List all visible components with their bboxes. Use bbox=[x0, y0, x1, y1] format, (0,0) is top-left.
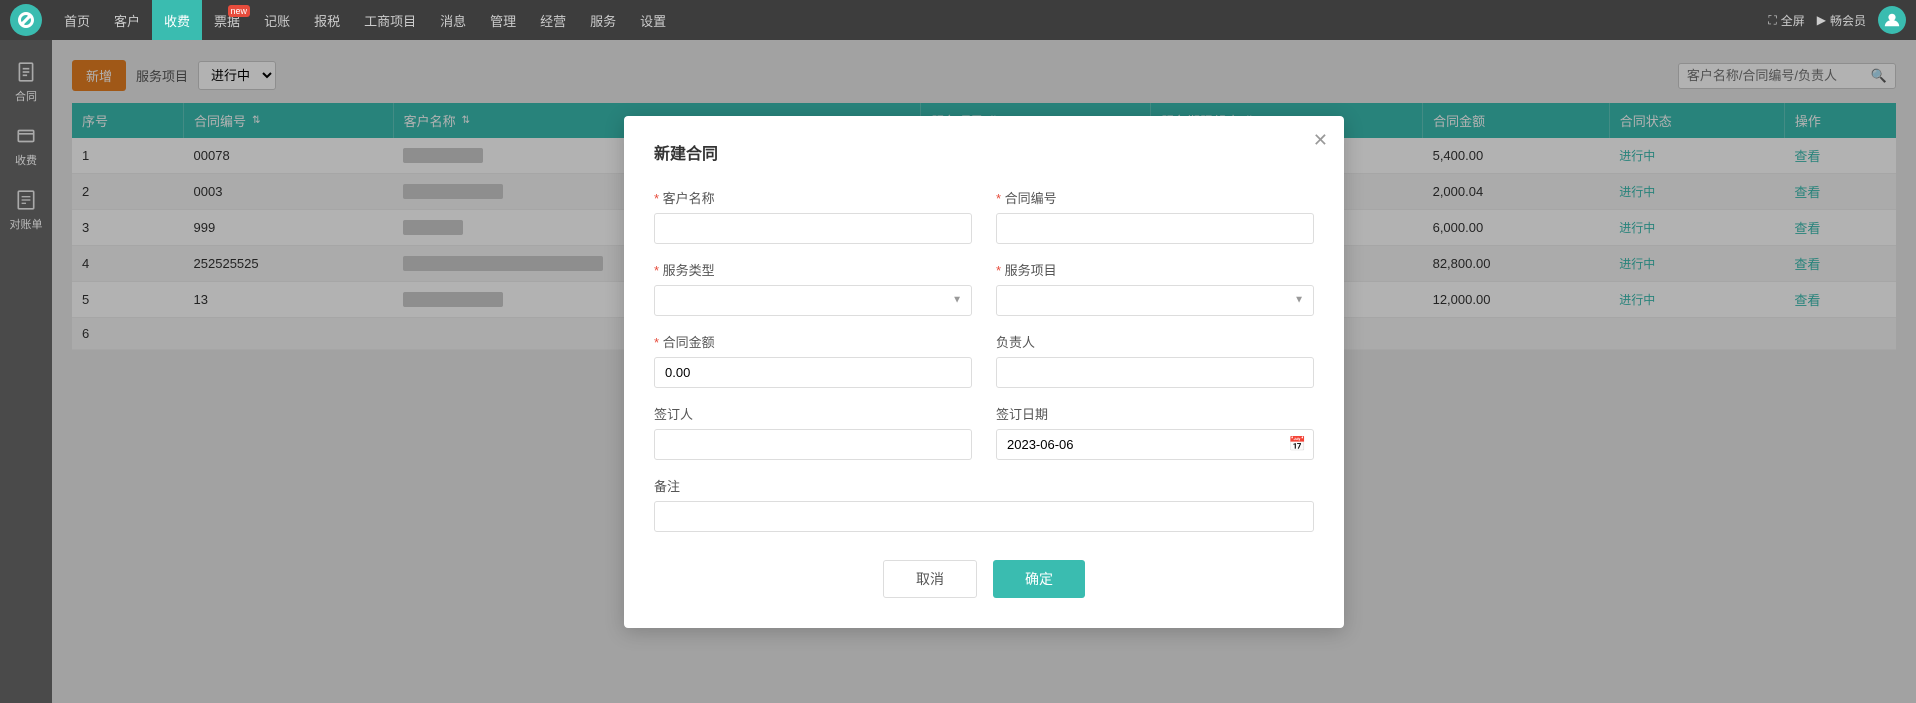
main-layout: 合同 收费 对账单 新增 服务项目 进行中 已完成 全部 bbox=[0, 40, 1916, 703]
sign-date-input[interactable] bbox=[996, 429, 1314, 460]
app-logo bbox=[10, 4, 42, 36]
sign-date-label: 签订日期 bbox=[996, 404, 1314, 423]
nav-right: ⛶ 全屏 ▶ 畅会员 bbox=[1768, 6, 1906, 34]
remarks-label: 备注 bbox=[654, 476, 1314, 495]
modal-title: 新建合同 bbox=[654, 140, 1314, 164]
amount-input[interactable] bbox=[654, 357, 972, 388]
form-grid: 客户名称 合同编号 服务类型 bbox=[654, 188, 1314, 532]
sidebar: 合同 收费 对账单 bbox=[0, 40, 52, 703]
vip-button[interactable]: ▶ 畅会员 bbox=[1817, 12, 1866, 29]
income-icon bbox=[14, 124, 38, 148]
sidebar-item-contract[interactable]: 合同 bbox=[0, 50, 52, 114]
sign-date-wrapper: 📅 bbox=[996, 429, 1314, 460]
form-row-person-in-charge: 负责人 bbox=[996, 332, 1314, 388]
nav-ticket[interactable]: 票据 new bbox=[202, 0, 252, 40]
nav-operation[interactable]: 经营 bbox=[528, 0, 578, 40]
contract-no-label: 合同编号 bbox=[996, 188, 1314, 207]
nav-items: 首页 客户 收费 票据 new 记账 报税 工商项目 消息 管理 经营 服务 设… bbox=[52, 0, 1768, 40]
customer-name-label: 客户名称 bbox=[654, 188, 972, 207]
person-in-charge-label: 负责人 bbox=[996, 332, 1314, 351]
confirm-button[interactable]: 确定 bbox=[993, 560, 1085, 598]
sidebar-item-income[interactable]: 收费 bbox=[0, 114, 52, 178]
new-contract-modal: ✕ 新建合同 客户名称 合同编号 服务类型 bbox=[624, 116, 1344, 628]
nav-home[interactable]: 首页 bbox=[52, 0, 102, 40]
nav-service[interactable]: 服务 bbox=[578, 0, 628, 40]
nav-account[interactable]: 记账 bbox=[252, 0, 302, 40]
form-row-sign-date: 签订日期 📅 bbox=[996, 404, 1314, 460]
top-nav: 首页 客户 收费 票据 new 记账 报税 工商项目 消息 管理 经营 服务 设… bbox=[0, 0, 1916, 40]
nav-manage[interactable]: 管理 bbox=[478, 0, 528, 40]
service-type-wrapper bbox=[654, 285, 972, 316]
service-item-select[interactable] bbox=[996, 285, 1314, 316]
sidebar-item-reconcile[interactable]: 对账单 bbox=[0, 178, 52, 242]
service-type-label: 服务类型 bbox=[654, 260, 972, 279]
nav-bizproject[interactable]: 工商项目 bbox=[352, 0, 428, 40]
nav-invoice[interactable]: 收费 bbox=[152, 0, 202, 40]
customer-name-input[interactable] bbox=[654, 213, 972, 244]
modal-close-button[interactable]: ✕ bbox=[1313, 130, 1328, 151]
fullscreen-button[interactable]: ⛶ 全屏 bbox=[1768, 12, 1804, 29]
nav-message[interactable]: 消息 bbox=[428, 0, 478, 40]
nav-customer[interactable]: 客户 bbox=[102, 0, 152, 40]
nav-tax[interactable]: 报税 bbox=[302, 0, 352, 40]
form-row-signer: 签订人 bbox=[654, 404, 972, 460]
form-row-contract-no: 合同编号 bbox=[996, 188, 1314, 244]
remarks-input[interactable] bbox=[654, 501, 1314, 532]
form-row-service-item: 服务项目 bbox=[996, 260, 1314, 316]
modal-footer: 取消 确定 bbox=[654, 560, 1314, 598]
contract-no-input[interactable] bbox=[996, 213, 1314, 244]
signer-label: 签订人 bbox=[654, 404, 972, 423]
form-row-customer-name: 客户名称 bbox=[654, 188, 972, 244]
form-row-remarks: 备注 bbox=[654, 476, 1314, 532]
service-item-label: 服务项目 bbox=[996, 260, 1314, 279]
avatar[interactable] bbox=[1878, 6, 1906, 34]
nav-setting[interactable]: 设置 bbox=[628, 0, 678, 40]
signer-input[interactable] bbox=[654, 429, 972, 460]
fullscreen-icon: ⛶ bbox=[1768, 13, 1776, 28]
person-in-charge-input[interactable] bbox=[996, 357, 1314, 388]
cancel-button[interactable]: 取消 bbox=[883, 560, 977, 598]
content-area: 新增 服务项目 进行中 已完成 全部 🔍 序号 合同编号⇅ 客户名称⇅ 服务项目… bbox=[52, 40, 1916, 703]
form-row-service-type: 服务类型 bbox=[654, 260, 972, 316]
new-badge: new bbox=[228, 5, 251, 17]
calendar-icon[interactable]: 📅 bbox=[1289, 436, 1306, 453]
vip-icon: ▶ bbox=[1817, 13, 1826, 27]
form-row-amount: 合同金额 bbox=[654, 332, 972, 388]
contract-icon bbox=[14, 60, 38, 84]
service-type-select[interactable] bbox=[654, 285, 972, 316]
reconcile-icon bbox=[14, 188, 38, 212]
service-item-wrapper bbox=[996, 285, 1314, 316]
amount-label: 合同金额 bbox=[654, 332, 972, 351]
modal-overlay: ✕ 新建合同 客户名称 合同编号 服务类型 bbox=[52, 40, 1916, 703]
